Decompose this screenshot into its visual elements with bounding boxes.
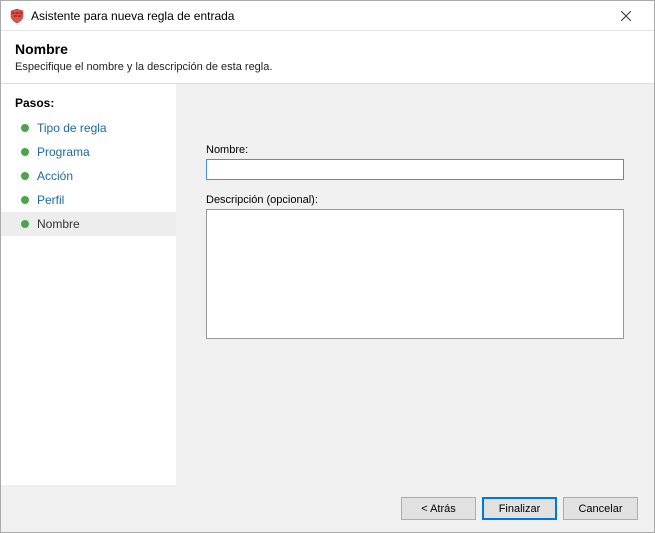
step-bullet-icon <box>21 148 29 156</box>
titlebar: Asistente para nueva regla de entrada <box>1 1 654 31</box>
window-title: Asistente para nueva regla de entrada <box>31 9 606 23</box>
step-program[interactable]: Programa <box>1 140 176 164</box>
wizard-header: Nombre Especifique el nombre y la descri… <box>1 31 654 84</box>
description-input[interactable] <box>206 209 624 339</box>
firewall-icon <box>9 8 25 24</box>
step-label: Nombre <box>37 217 80 231</box>
step-label: Tipo de regla <box>37 121 107 135</box>
wizard-main: Nombre: Descripción (opcional): <box>176 84 654 485</box>
wizard-footer: < Atrás Finalizar Cancelar <box>1 485 654 532</box>
page-subtitle: Especifique el nombre y la descripción d… <box>15 61 640 73</box>
cancel-button[interactable]: Cancelar <box>563 497 638 520</box>
step-label: Programa <box>37 145 90 159</box>
name-label: Nombre: <box>206 144 624 156</box>
step-name[interactable]: Nombre <box>1 212 176 236</box>
description-label: Descripción (opcional): <box>206 194 624 206</box>
step-rule-type[interactable]: Tipo de regla <box>1 116 176 140</box>
steps-title: Pasos: <box>1 92 176 116</box>
close-button[interactable] <box>606 1 646 30</box>
steps-sidebar: Pasos: Tipo de regla Programa Acción Per… <box>1 84 176 485</box>
step-label: Acción <box>37 169 73 183</box>
step-action[interactable]: Acción <box>1 164 176 188</box>
step-bullet-icon <box>21 124 29 132</box>
page-title: Nombre <box>15 41 640 57</box>
step-profile[interactable]: Perfil <box>1 188 176 212</box>
step-label: Perfil <box>37 193 64 207</box>
finish-button[interactable]: Finalizar <box>482 497 557 520</box>
step-bullet-icon <box>21 220 29 228</box>
name-input[interactable] <box>206 159 624 180</box>
wizard-body: Pasos: Tipo de regla Programa Acción Per… <box>1 84 654 485</box>
step-bullet-icon <box>21 172 29 180</box>
back-button[interactable]: < Atrás <box>401 497 476 520</box>
step-bullet-icon <box>21 196 29 204</box>
wizard-window: Asistente para nueva regla de entrada No… <box>0 0 655 533</box>
